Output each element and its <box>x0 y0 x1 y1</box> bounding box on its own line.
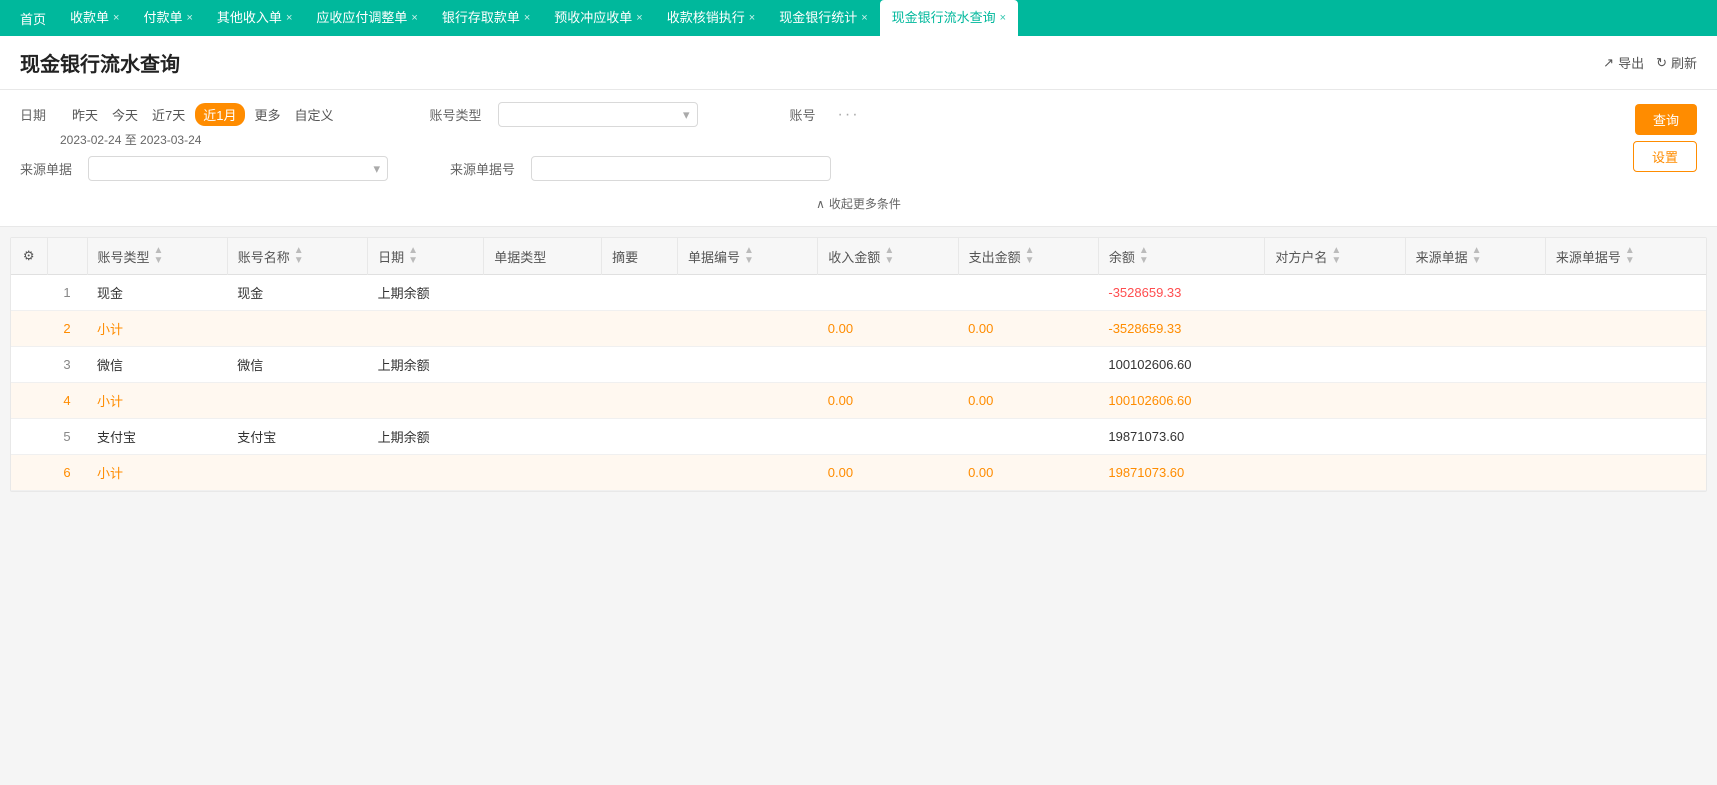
date-btn-more[interactable]: 更多 <box>251 103 285 126</box>
date-label: 日期 <box>20 105 52 124</box>
table-row: 1现金现金上期余额-3528659.33 <box>11 275 1706 311</box>
date-btn-today[interactable]: 今天 <box>108 103 142 126</box>
sort-icon: ▲▼ <box>1025 246 1035 266</box>
close-icon[interactable]: × <box>749 0 755 36</box>
date-btn-7days[interactable]: 近7天 <box>148 103 189 126</box>
date-btn-1month[interactable]: 近1月 <box>195 103 244 126</box>
table-row: 4小计0.000.00100102606.60 <box>11 383 1706 419</box>
sort-icon: ▲▼ <box>1472 246 1482 266</box>
th-balance[interactable]: 余额 ▲▼ <box>1098 238 1264 275</box>
th-date[interactable]: 日期 ▲▼ <box>368 238 484 275</box>
date-btn-yesterday[interactable]: 昨天 <box>68 103 102 126</box>
source-doc-label: 来源单据 <box>20 159 72 178</box>
account-type-label: 账号类型 <box>430 105 482 124</box>
source-doc-select-wrapper: ▾ <box>88 156 388 181</box>
nav-tab-yingshouyingfu[interactable]: 应收应付调整单 × <box>304 0 429 36</box>
nav-tab-xianjinyinhangtonj[interactable]: 现金银行统计 × <box>767 0 879 36</box>
page-title: 现金银行流水查询 <box>20 48 180 77</box>
close-icon[interactable]: × <box>186 0 192 36</box>
close-icon[interactable]: × <box>113 0 119 36</box>
close-icon[interactable]: × <box>411 0 417 36</box>
nav-home[interactable]: 首页 <box>8 9 58 28</box>
th-counterparty[interactable]: 对方户名 ▲▼ <box>1265 238 1405 275</box>
chevron-up-icon: ∧ <box>816 197 825 211</box>
filter-row-date: 日期 昨天 今天 近7天 近1月 更多 自定义 账号类型 ▾ <box>20 102 1593 127</box>
sort-icon: ▲▼ <box>884 246 894 266</box>
account-label: 账号 <box>790 105 822 124</box>
account-type-select[interactable] <box>498 102 698 127</box>
table-row: 2小计0.000.00-3528659.33 <box>11 311 1706 347</box>
th-doc-no[interactable]: 单据编号 ▲▼ <box>678 238 818 275</box>
sort-icon: ▲▼ <box>1625 246 1635 266</box>
close-icon[interactable]: × <box>636 0 642 36</box>
data-table: ⚙ 账号类型 ▲▼ 账号名称 ▲▼ <box>11 238 1706 491</box>
refresh-icon: ↻ <box>1656 55 1667 71</box>
close-icon[interactable]: × <box>524 0 530 36</box>
nav-tab-shoukuandan[interactable]: 收款单 × <box>58 0 131 36</box>
page-header: 现金银行流水查询 ↗ 导出 ↻ 刷新 <box>0 36 1717 90</box>
th-expense[interactable]: 支出金额 ▲▼ <box>958 238 1098 275</box>
filter-row-source: 来源单据 ▾ 来源单据号 <box>20 156 1593 181</box>
th-gear[interactable]: ⚙ <box>11 238 47 275</box>
source-doc-select[interactable] <box>88 156 388 181</box>
account-ellipsis-button[interactable]: ··· <box>838 106 860 124</box>
sort-icon: ▲▼ <box>154 246 164 266</box>
date-range-display: 2023-02-24 至 2023-03-24 <box>60 133 201 147</box>
sort-icon: ▲▼ <box>744 246 754 266</box>
main-content: ⚙ 账号类型 ▲▼ 账号名称 ▲▼ <box>0 237 1717 512</box>
table-area: ⚙ 账号类型 ▲▼ 账号名称 ▲▼ <box>10 237 1707 492</box>
date-options: 昨天 今天 近7天 近1月 更多 自定义 <box>68 103 338 126</box>
close-icon[interactable]: × <box>1000 0 1006 36</box>
sort-icon: ▲▼ <box>294 246 304 266</box>
sort-icon: ▲▼ <box>1139 246 1149 266</box>
date-btn-custom[interactable]: 自定义 <box>291 103 338 126</box>
gear-icon[interactable]: ⚙ <box>23 248 35 263</box>
th-summary[interactable]: 摘要 <box>602 238 678 275</box>
filter-area: 日期 昨天 今天 近7天 近1月 更多 自定义 账号类型 ▾ <box>0 90 1717 227</box>
table-header-row: ⚙ 账号类型 ▲▼ 账号名称 ▲▼ <box>11 238 1706 275</box>
nav-tab-yushouping[interactable]: 预收冲应收单 × <box>542 0 654 36</box>
th-source-doc[interactable]: 来源单据 ▲▼ <box>1405 238 1545 275</box>
nav-tab-qitashouru[interactable]: 其他收入单 × <box>205 0 304 36</box>
sort-icon: ▲▼ <box>1331 246 1341 266</box>
th-source-doc-no[interactable]: 来源单据号 ▲▼ <box>1545 238 1706 275</box>
nav-tab-shoukuanhe[interactable]: 收款核销执行 × <box>655 0 767 36</box>
top-nav: 首页 收款单 × 付款单 × 其他收入单 × 应收应付调整单 × 银行存取款单 … <box>0 0 1717 36</box>
th-income[interactable]: 收入金额 ▲▼ <box>818 238 958 275</box>
export-button[interactable]: ↗ 导出 <box>1603 53 1644 72</box>
th-account-type[interactable]: 账号类型 ▲▼ <box>87 238 227 275</box>
table-row: 5支付宝支付宝上期余额19871073.60 <box>11 419 1706 455</box>
account-type-select-wrapper: ▾ <box>498 102 698 127</box>
settings-button[interactable]: 设置 <box>1633 141 1697 172</box>
table-row: 6小计0.000.0019871073.60 <box>11 455 1706 491</box>
nav-tab-fukuandan[interactable]: 付款单 × <box>131 0 204 36</box>
close-icon[interactable]: × <box>861 0 867 36</box>
th-doc-type[interactable]: 单据类型 <box>484 238 602 275</box>
export-icon: ↗ <box>1603 55 1614 71</box>
source-doc-no-input[interactable] <box>531 156 831 181</box>
table-row: 3微信微信上期余额100102606.60 <box>11 347 1706 383</box>
th-account-name[interactable]: 账号名称 ▲▼ <box>227 238 367 275</box>
header-actions: ↗ 导出 ↻ 刷新 <box>1603 53 1697 72</box>
query-button[interactable]: 查询 <box>1635 104 1697 135</box>
nav-tab-liushui[interactable]: 现金银行流水查询 × <box>880 0 1018 36</box>
close-icon[interactable]: × <box>286 0 292 36</box>
refresh-button[interactable]: ↻ 刷新 <box>1656 53 1697 72</box>
collapse-bar[interactable]: ∧ 收起更多条件 <box>20 191 1697 218</box>
th-num <box>47 238 87 275</box>
nav-tab-yinhangcunqukuan[interactable]: 银行存取款单 × <box>430 0 542 36</box>
sort-icon: ▲▼ <box>408 246 418 266</box>
source-doc-no-label: 来源单据号 <box>450 159 515 178</box>
